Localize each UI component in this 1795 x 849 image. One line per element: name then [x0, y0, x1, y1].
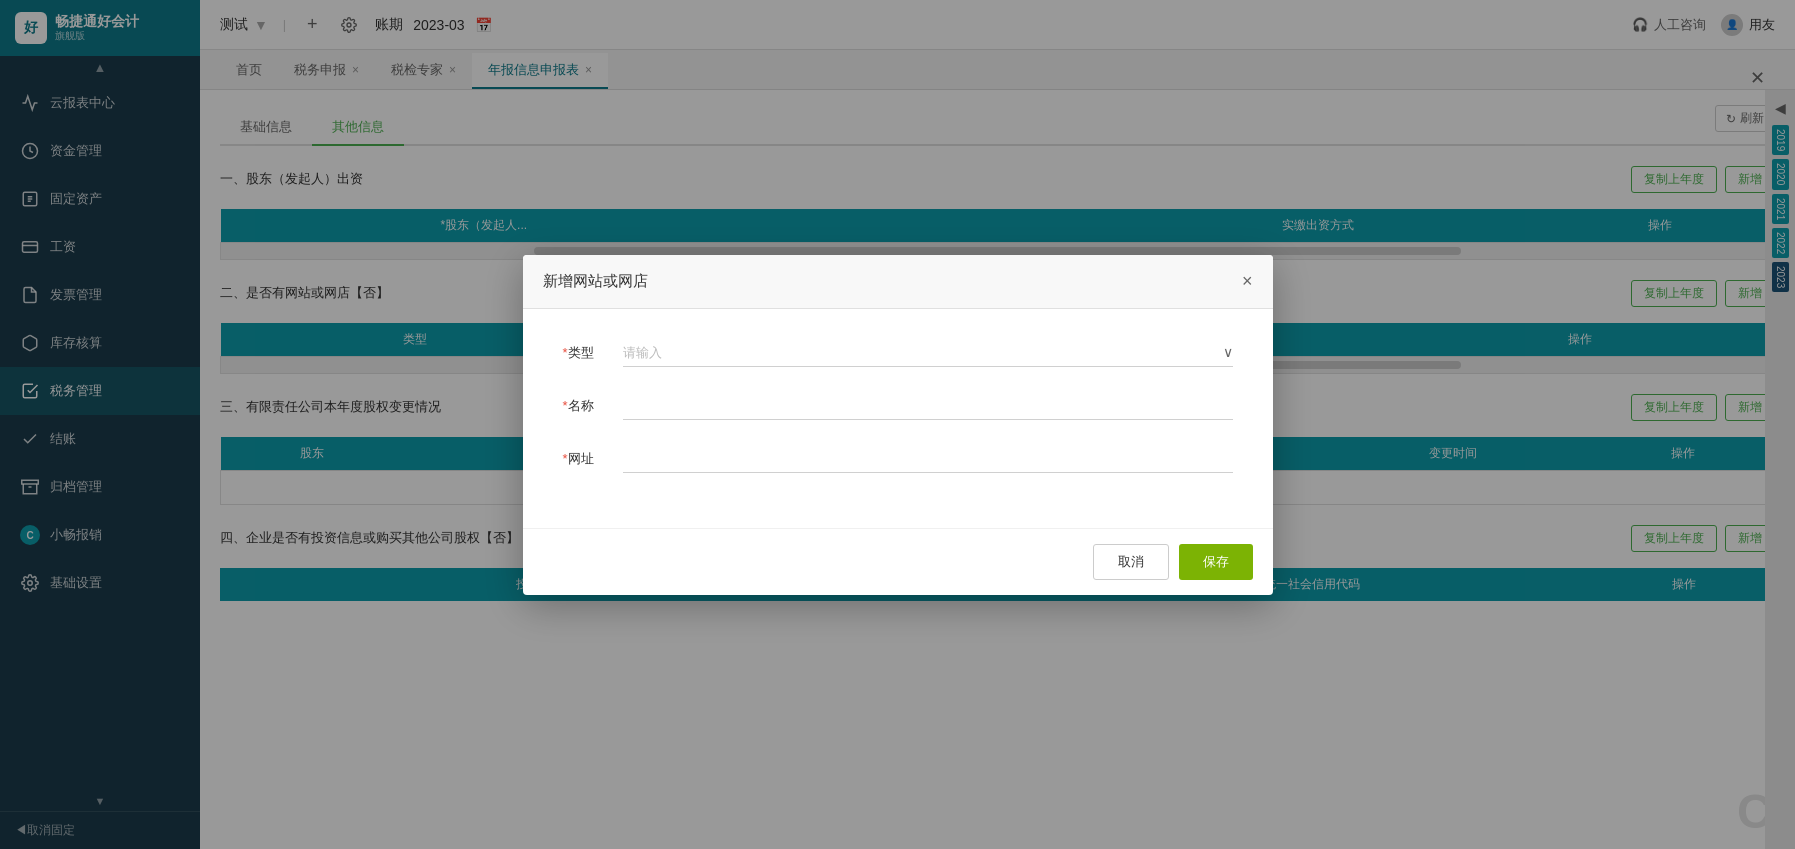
form-row-type: *类型 ∨: [563, 339, 1233, 367]
save-button[interactable]: 保存: [1179, 544, 1253, 580]
modal-header: 新增网站或网店 ×: [523, 255, 1273, 309]
name-input[interactable]: [623, 392, 1233, 419]
dropdown-icon: ∨: [1223, 344, 1233, 360]
type-label: *类型: [563, 344, 623, 362]
url-input-wrapper: [623, 445, 1233, 473]
cancel-button[interactable]: 取消: [1093, 544, 1169, 580]
required-star: *: [563, 345, 568, 360]
name-input-wrapper: [623, 392, 1233, 420]
type-input-wrapper: ∨: [623, 339, 1233, 367]
modal-close-button[interactable]: ×: [1242, 271, 1253, 292]
url-input[interactable]: [623, 445, 1233, 472]
form-row-url: *网址: [563, 445, 1233, 473]
modal-title: 新增网站或网店: [543, 272, 648, 291]
type-input[interactable]: [623, 339, 1223, 366]
form-row-name: *名称: [563, 392, 1233, 420]
modal-overlay: 新增网站或网店 × *类型 ∨ *名称: [0, 0, 1795, 849]
modal-body: *类型 ∨ *名称 *网址: [523, 309, 1273, 528]
required-star: *: [563, 451, 568, 466]
required-star: *: [563, 398, 568, 413]
modal-footer: 取消 保存: [523, 528, 1273, 595]
modal-add-website: 新增网站或网店 × *类型 ∨ *名称: [523, 255, 1273, 595]
url-label: *网址: [563, 450, 623, 468]
name-label: *名称: [563, 397, 623, 415]
